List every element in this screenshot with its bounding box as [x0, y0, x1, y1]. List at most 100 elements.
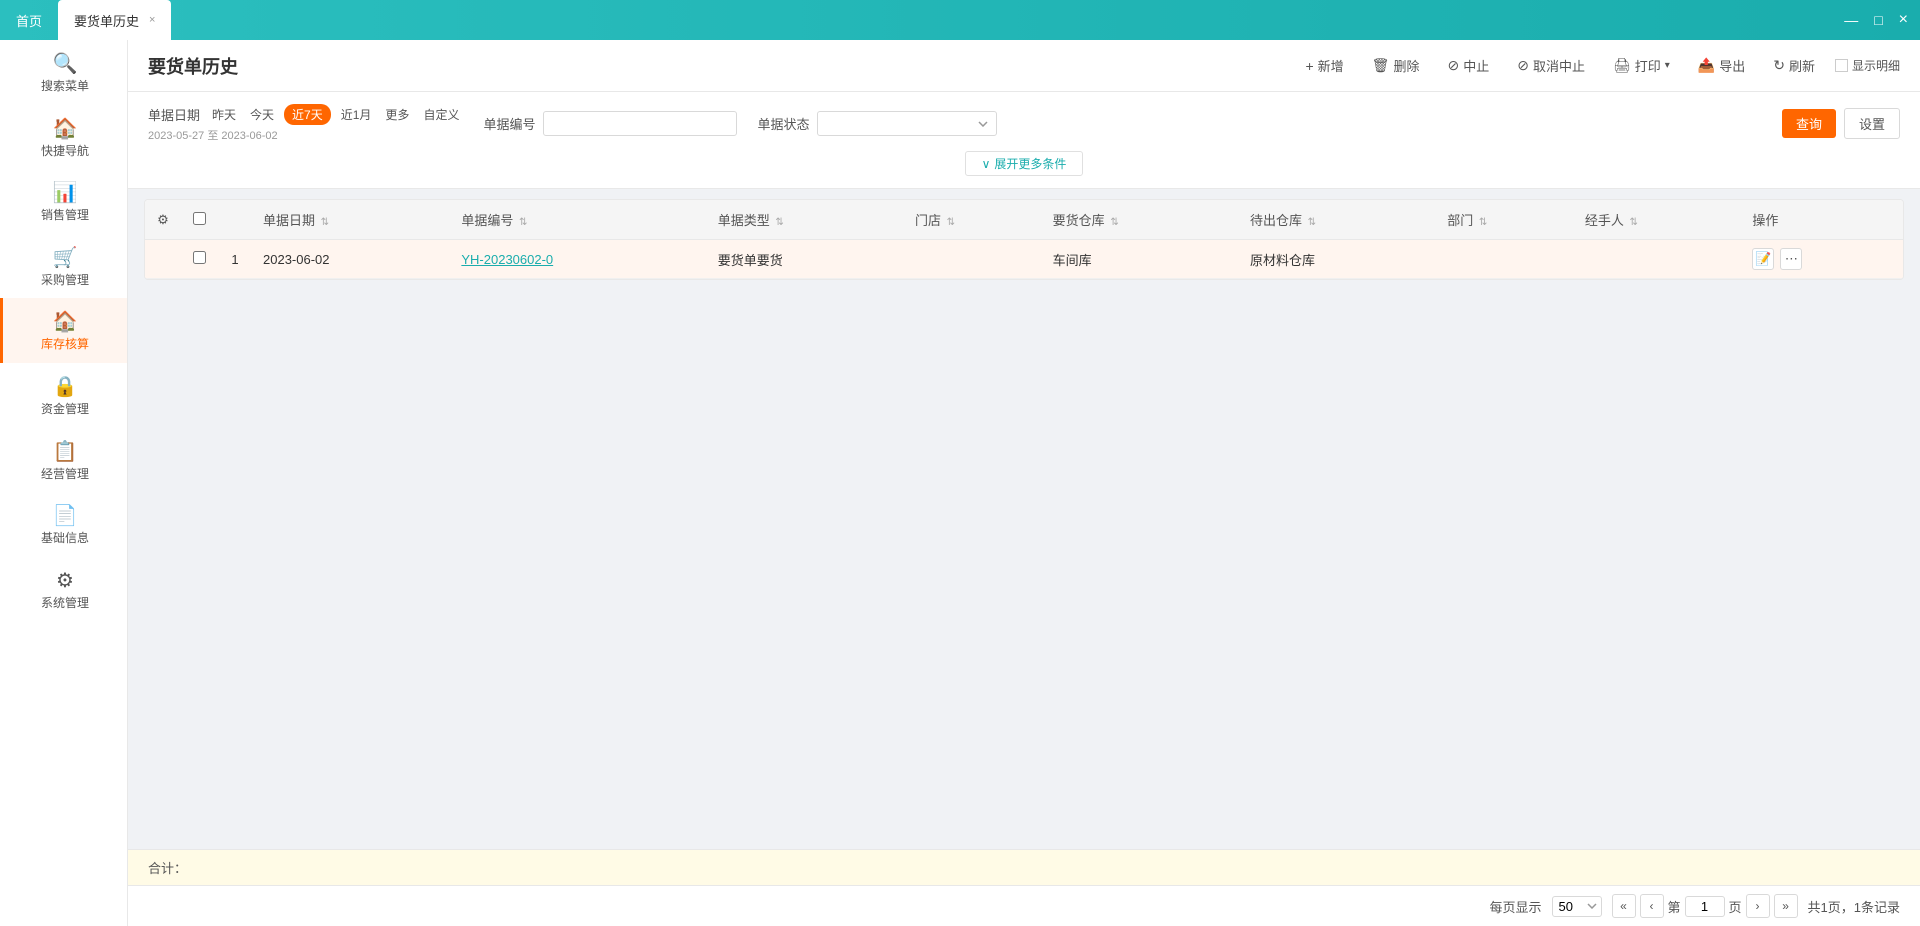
sidebar-item-system[interactable]: ⚙ 系统管理 [0, 557, 127, 622]
col-handler: 经手人 ⇅ [1575, 200, 1742, 240]
date-7days[interactable]: 近7天 [284, 104, 331, 125]
print-button[interactable]: 🖨 打印 ▾ [1605, 52, 1678, 79]
date-1month[interactable]: 近1月 [337, 105, 376, 124]
table-area: ⚙ 单据日期 ⇅ 单据编号 ⇅ [128, 189, 1920, 849]
sort-order-no-icon[interactable]: ⇅ [519, 217, 527, 228]
basic-info-icon: 📄 [53, 506, 78, 526]
col-store: 门店 ⇅ [905, 200, 1043, 240]
page-input[interactable] [1685, 896, 1725, 917]
order-no-label: 单据编号 [483, 114, 535, 133]
filter-row: 单据日期 昨天 今天 近7天 近1月 更多 自定义 2023-05-27 至 2… [148, 104, 1900, 143]
date-range-text: 2023-05-27 至 2023-06-02 [148, 127, 463, 143]
close-window-icon[interactable]: × [1899, 11, 1908, 29]
inventory-icon: 🏠 [53, 312, 78, 332]
sidebar-item-finance-label: 资金管理 [41, 402, 89, 418]
date-today[interactable]: 今天 [246, 105, 278, 124]
page-title: 要货单历史 [148, 53, 238, 91]
col-order-no: 单据编号 ⇅ [451, 200, 707, 240]
add-icon: + [1305, 58, 1313, 74]
expand-more-row: ∨ 展开更多条件 [148, 151, 1900, 176]
sidebar-item-purchase-label: 采购管理 [41, 273, 89, 289]
row-num: 1 [217, 240, 253, 279]
per-page-label: 每页显示 [1489, 897, 1541, 916]
tab-close-icon[interactable]: × [149, 14, 155, 26]
date-filter-group: 单据日期 昨天 今天 近7天 近1月 更多 自定义 2023-05-27 至 2… [148, 104, 463, 143]
row-order-no[interactable]: YH-20230602-0 [451, 240, 707, 279]
prev-page-button[interactable]: ‹ [1640, 894, 1664, 918]
sidebar-item-finance[interactable]: 🔒 资金管理 [0, 363, 127, 428]
tab-home[interactable]: 首页 [0, 0, 58, 40]
last-page-button[interactable]: » [1774, 894, 1798, 918]
total-info: 共1页，1条记录 [1808, 897, 1900, 916]
date-more[interactable]: 更多 [381, 105, 413, 124]
add-button[interactable]: + 新增 [1297, 52, 1351, 79]
tab-order-history[interactable]: 要货单历史 × [58, 0, 171, 40]
order-no-filter: 单据编号 [483, 111, 737, 136]
sort-req-wh-icon[interactable]: ⇅ [1110, 217, 1118, 228]
refresh-button[interactable]: ↻ 刷新 [1765, 52, 1823, 79]
row-check[interactable] [193, 251, 206, 264]
table-container: ⚙ 单据日期 ⇅ 单据编号 ⇅ [144, 199, 1904, 280]
sidebar: 🔍 搜索菜单 🏠 快捷导航 📊 销售管理 🛒 采购管理 🏠 库存核算 🔒 资金管… [0, 40, 128, 926]
select-all-checkbox[interactable] [193, 212, 206, 225]
display-toggle[interactable]: 显示明细 [1835, 57, 1900, 74]
col-settings[interactable]: ⚙ [145, 200, 181, 240]
purchase-icon: 🛒 [53, 248, 78, 268]
sidebar-item-sales-label: 销售管理 [41, 208, 89, 224]
sort-handler-icon[interactable]: ⇅ [1630, 217, 1638, 228]
sort-pending-wh-icon[interactable]: ⇅ [1308, 217, 1316, 228]
row-req-warehouse: 车间库 [1043, 240, 1240, 279]
expand-more-button[interactable]: ∨ 展开更多条件 [965, 151, 1084, 176]
sort-order-type-icon[interactable]: ⇅ [775, 217, 783, 228]
row-date: 2023-06-02 [253, 240, 451, 279]
sort-date-icon[interactable]: ⇅ [321, 217, 329, 228]
delete-button[interactable]: 🗑 删除 [1364, 52, 1428, 79]
row-settings [145, 240, 181, 279]
minimize-icon[interactable]: — [1844, 12, 1858, 28]
sidebar-item-inventory[interactable]: 🏠 库存核算 [0, 298, 127, 363]
row-more-button[interactable]: ⋯ [1780, 248, 1802, 270]
display-toggle-label: 显示明细 [1852, 57, 1900, 74]
sidebar-item-operation[interactable]: 📋 经营管理 [0, 428, 127, 493]
data-table: ⚙ 单据日期 ⇅ 单据编号 ⇅ [145, 200, 1903, 279]
add-label: 新增 [1318, 56, 1344, 75]
sort-dept-icon[interactable]: ⇅ [1479, 217, 1487, 228]
date-yesterday[interactable]: 昨天 [208, 105, 240, 124]
refresh-icon: ↻ [1773, 57, 1785, 74]
next-page-button[interactable]: › [1746, 894, 1770, 918]
date-shortcuts: 昨天 今天 近7天 近1月 更多 自定义 [208, 104, 463, 125]
setting-button[interactable]: 设置 [1844, 108, 1900, 139]
row-pending-warehouse: 原材料仓库 [1240, 240, 1437, 279]
print-dropdown-icon: ▾ [1665, 60, 1670, 71]
row-store [905, 240, 1043, 279]
sidebar-item-basic-info[interactable]: 📄 基础信息 [0, 492, 127, 557]
sidebar-item-sales[interactable]: 📊 销售管理 [0, 169, 127, 234]
status-select[interactable] [817, 111, 997, 136]
order-no-input[interactable] [543, 111, 737, 136]
sidebar-item-quick-nav[interactable]: 🏠 快捷导航 [0, 105, 127, 170]
refresh-label: 刷新 [1789, 56, 1815, 75]
row-edit-button[interactable]: 📝 [1752, 248, 1774, 270]
date-label: 单据日期 [148, 105, 200, 124]
sidebar-item-quick-nav-label: 快捷导航 [41, 144, 89, 160]
page-nav: « ‹ 第 页 › » [1612, 894, 1798, 918]
display-toggle-checkbox[interactable] [1835, 59, 1848, 72]
export-button[interactable]: 📤 导出 [1690, 52, 1753, 79]
page-label: 页 [1729, 897, 1742, 916]
query-button[interactable]: 查询 [1782, 109, 1836, 138]
first-page-button[interactable]: « [1612, 894, 1636, 918]
cancel-stop-button[interactable]: ⊘ 取消中止 [1509, 52, 1593, 79]
sidebar-item-purchase[interactable]: 🛒 采购管理 [0, 234, 127, 299]
table-row: 1 2023-06-02 YH-20230602-0 要货单要货 车间库 原材料… [145, 240, 1903, 279]
per-page-select[interactable]: 50 20 100 [1552, 896, 1602, 917]
sidebar-item-search-menu[interactable]: 🔍 搜索菜单 [0, 40, 127, 105]
stop-button[interactable]: ⊘ 中止 [1439, 52, 1497, 79]
sort-store-icon[interactable]: ⇅ [947, 217, 955, 228]
tab-home-label: 首页 [16, 11, 42, 30]
date-custom[interactable]: 自定义 [419, 105, 463, 124]
expand-more-label: 展开更多条件 [994, 155, 1066, 172]
header-actions: + 新增 🗑 删除 ⊘ 中止 ⊘ 取消中止 🖨 打印 [1297, 52, 1900, 91]
tab-order-history-label: 要货单历史 [74, 11, 139, 30]
summary-label: 合计： [148, 861, 187, 876]
maximize-icon[interactable]: □ [1874, 12, 1882, 28]
